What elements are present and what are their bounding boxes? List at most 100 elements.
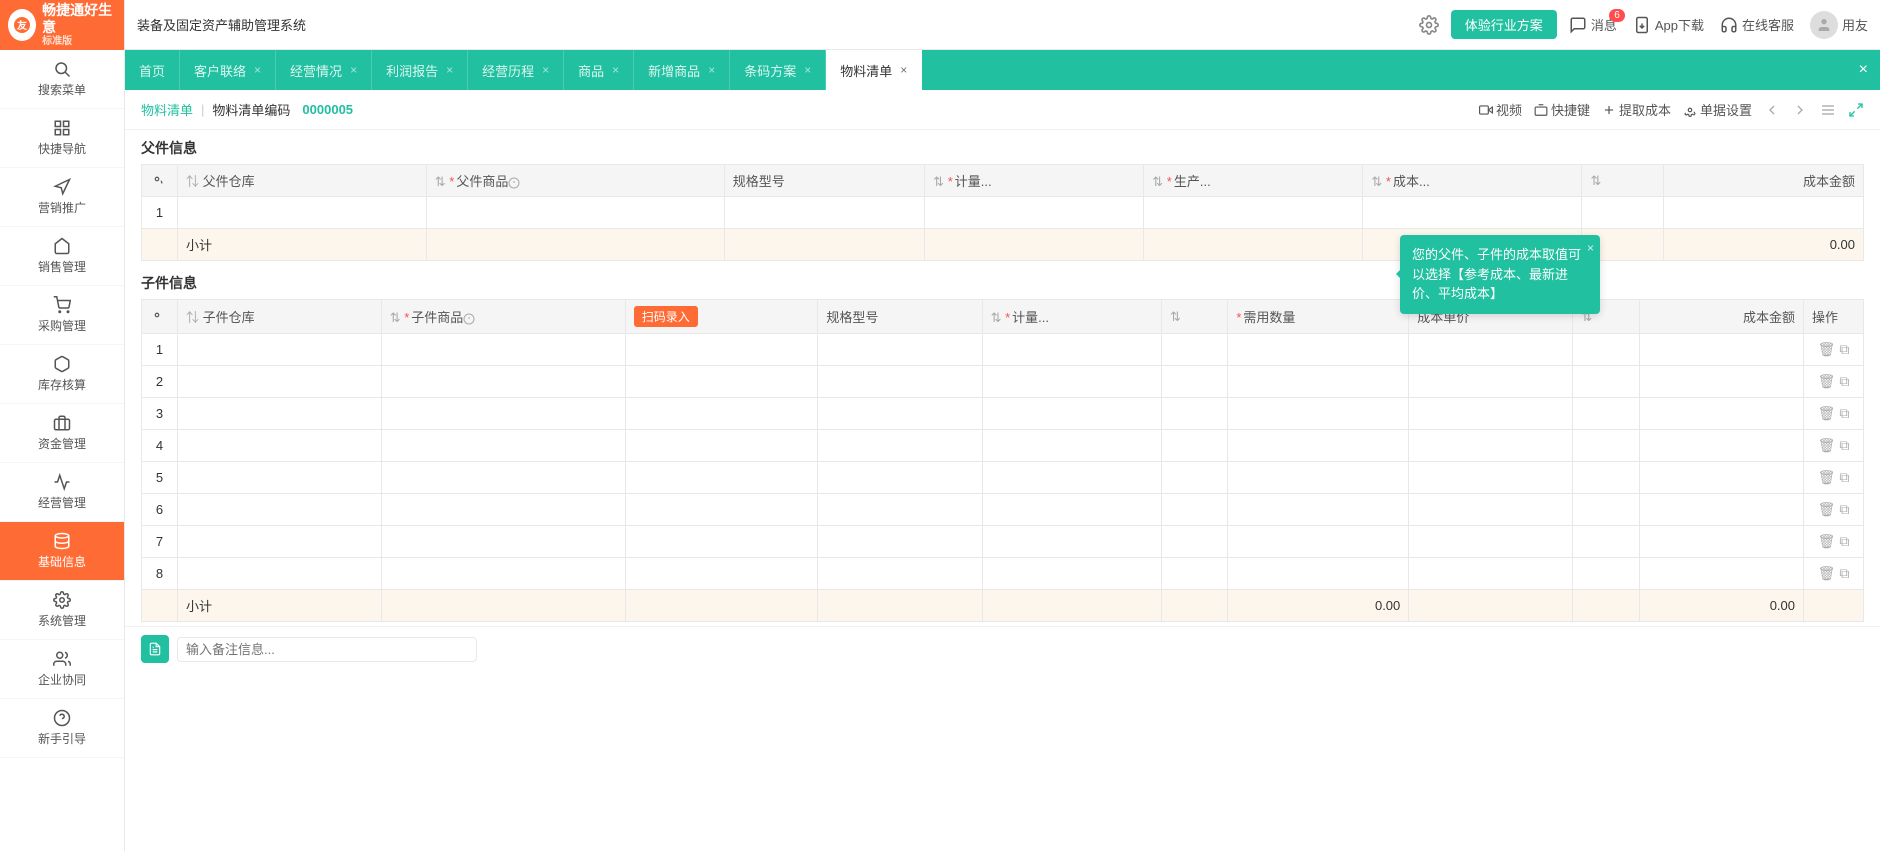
tab-profit-close[interactable]: × [446,63,453,77]
child-row-scan-4[interactable] [625,462,818,494]
sidebar-item-operation[interactable]: 经营管理 [0,463,124,522]
delete-icon-2[interactable]: 🗑 [1818,405,1836,422]
child-row-warehouse-3[interactable] [178,430,382,462]
action-cost[interactable]: 提取成本 [1602,100,1671,119]
child-row-scan-7[interactable] [625,558,818,590]
delete-icon-1[interactable]: 🗑 [1818,373,1836,390]
child-row-sort-6[interactable] [1161,526,1227,558]
child-row-unit-4[interactable] [982,462,1161,494]
child-row-spec-4[interactable] [818,462,982,494]
child-row-unit-6[interactable] [982,526,1161,558]
child-row-product-3[interactable] [381,430,625,462]
child-row-sort-7[interactable] [1161,558,1227,590]
copy-icon-3[interactable]: ⧉ [1839,437,1849,454]
tab-new-goods[interactable]: 新增商品 × [634,50,730,90]
child-row-sort-1[interactable] [1161,366,1227,398]
parent-row-cost[interactable] [1363,197,1582,229]
app-download-item[interactable]: App下载 [1633,15,1704,34]
parent-row-sort[interactable] [1582,197,1663,229]
child-row-price-2[interactable] [1409,398,1573,430]
sidebar-item-quick-nav[interactable]: 快捷导航 [0,109,124,168]
tab-operation-close[interactable]: × [350,63,357,77]
delete-icon-3[interactable]: 🗑 [1818,437,1836,454]
child-row-sort-4[interactable] [1161,462,1227,494]
child-row-product-0[interactable] [381,334,625,366]
child-row-product-1[interactable] [381,366,625,398]
child-row-product-6[interactable] [381,526,625,558]
close-all-tabs[interactable]: × [1847,61,1880,79]
action-video[interactable]: 视频 [1479,100,1522,119]
child-row-qty-7[interactable] [1228,558,1409,590]
child-row-unit-5[interactable] [982,494,1161,526]
child-row-unit-3[interactable] [982,430,1161,462]
tab-new-goods-close[interactable]: × [708,63,715,77]
child-row-qty-2[interactable] [1228,398,1409,430]
delete-icon-6[interactable]: 🗑 [1818,533,1836,550]
child-row-qty-0[interactable] [1228,334,1409,366]
child-col-settings[interactable] [142,300,178,334]
menu-icon[interactable] [1820,102,1836,118]
note-icon[interactable] [141,635,169,663]
child-row-product-7[interactable] [381,558,625,590]
tab-history-close[interactable]: × [542,63,549,77]
child-row-scan-5[interactable] [625,494,818,526]
tab-customer-close[interactable]: × [254,63,261,77]
delete-icon-0[interactable]: 🗑 [1818,341,1836,358]
child-row-price-5[interactable] [1409,494,1573,526]
tab-operation[interactable]: 经营情况 × [276,50,372,90]
parent-row-produce[interactable] [1144,197,1363,229]
child-row-warehouse-0[interactable] [178,334,382,366]
child-row-unit-7[interactable] [982,558,1161,590]
parent-row-spec[interactable] [724,197,924,229]
child-row-price-3[interactable] [1409,430,1573,462]
parent-row-unit[interactable] [925,197,1144,229]
prev-icon[interactable] [1764,102,1780,118]
copy-icon-5[interactable]: ⧉ [1839,501,1849,518]
tooltip-close[interactable]: × [1587,239,1594,257]
copy-icon-1[interactable]: ⧉ [1839,373,1849,390]
tab-customer[interactable]: 客户联络 × [180,50,276,90]
copy-icon-4[interactable]: ⧉ [1839,469,1849,486]
child-row-warehouse-7[interactable] [178,558,382,590]
sidebar-item-marketing[interactable]: 营销推广 [0,168,124,227]
child-row-scan-1[interactable] [625,366,818,398]
child-row-sort-2[interactable] [1161,398,1227,430]
child-row-warehouse-4[interactable] [178,462,382,494]
action-shortcut[interactable]: 快捷键 [1534,100,1590,119]
tab-bom-close[interactable]: × [900,63,907,77]
copy-icon-7[interactable]: ⧉ [1839,565,1849,582]
child-row-sort-3[interactable] [1161,430,1227,462]
copy-icon-0[interactable]: ⧉ [1839,341,1849,358]
scan-button[interactable]: 扫码录入 [634,306,698,327]
child-row-price-1[interactable] [1409,366,1573,398]
note-input[interactable] [177,637,477,662]
child-row-spec-3[interactable] [818,430,982,462]
sidebar-item-search[interactable]: 搜索菜单 [0,50,124,109]
child-row-product-4[interactable] [381,462,625,494]
child-row-price-4[interactable] [1409,462,1573,494]
action-single-settings[interactable]: 单据设置 [1683,100,1752,119]
child-col-scan[interactable]: 扫码录入 [625,300,818,334]
child-row-spec-7[interactable] [818,558,982,590]
child-row-warehouse-5[interactable] [178,494,382,526]
tab-barcode-close[interactable]: × [804,63,811,77]
child-row-price-0[interactable] [1409,334,1573,366]
sidebar-item-system[interactable]: 系统管理 [0,581,124,640]
sidebar-item-guide[interactable]: 新手引导 [0,699,124,758]
child-row-unit-1[interactable] [982,366,1161,398]
breadcrumb-current[interactable]: 物料清单 [141,100,193,119]
child-row-unit-2[interactable] [982,398,1161,430]
user-menu[interactable]: 用友 [1810,11,1868,39]
sidebar-item-corp[interactable]: 企业协同 [0,640,124,699]
child-row-qty-5[interactable] [1228,494,1409,526]
child-row-warehouse-1[interactable] [178,366,382,398]
tab-barcode[interactable]: 条码方案 × [730,50,826,90]
delete-icon-5[interactable]: 🗑 [1818,501,1836,518]
child-row-qty-3[interactable] [1228,430,1409,462]
child-row-spec-1[interactable] [818,366,982,398]
sidebar-item-sales[interactable]: 销售管理 [0,227,124,286]
service-item[interactable]: 在线客服 [1720,15,1794,34]
trial-btn[interactable]: 体验行业方案 [1451,10,1557,39]
child-row-price-6[interactable] [1409,526,1573,558]
child-row-scan-6[interactable] [625,526,818,558]
